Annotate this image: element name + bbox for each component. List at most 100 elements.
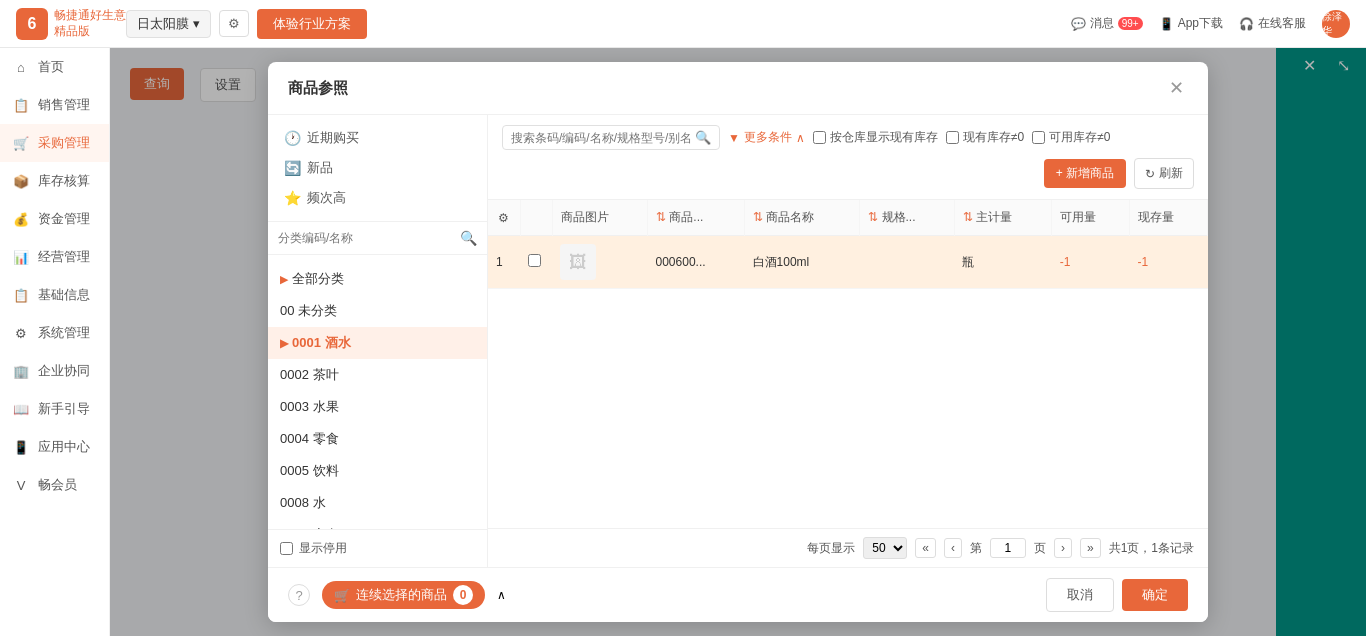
- col-available: 可用量: [1052, 200, 1130, 236]
- cat-item-00[interactable]: 00 未分类: [268, 295, 487, 327]
- prev-page-button[interactable]: ‹: [944, 538, 962, 558]
- available-ne0-checkbox[interactable]: [946, 131, 959, 144]
- settings-button[interactable]: ⚙: [219, 10, 249, 37]
- cat-item-0008[interactable]: 0008 水: [268, 487, 487, 519]
- basic-icon: 📋: [12, 286, 30, 304]
- cat-item-0005[interactable]: 0005 饮料: [268, 455, 487, 487]
- arrow-icon-0001: ▶: [280, 337, 288, 350]
- inventory-icon: 📦: [12, 172, 30, 190]
- cart-area[interactable]: 🛒 连续选择的商品 0: [322, 581, 485, 609]
- sidebar-label-inventory: 库存核算: [38, 172, 90, 190]
- col-code[interactable]: ⇅ 商品...: [648, 200, 745, 236]
- header-right: 💬 消息 99+ 📱 App下载 🎧 在线客服 徐泽华: [1071, 10, 1350, 38]
- cat-item-all[interactable]: ▶ 全部分类: [268, 263, 487, 295]
- sidebar-item-inventory[interactable]: 📦 库存核算: [0, 162, 109, 200]
- sidebar-item-home[interactable]: ⌂ 首页: [0, 48, 109, 86]
- system-icon: ⚙: [12, 324, 30, 342]
- help-button[interactable]: ?: [288, 584, 310, 606]
- quick-item-new[interactable]: 🔄 新品: [276, 153, 479, 183]
- sort-icon-unit: ⇅: [963, 210, 973, 224]
- add-product-button[interactable]: + 新增商品: [1044, 159, 1126, 188]
- quick-item-recent[interactable]: 🕐 近期购买: [276, 123, 479, 153]
- purchase-icon: 🛒: [12, 134, 30, 152]
- row-check[interactable]: [520, 236, 552, 289]
- refresh-label: 刷新: [1159, 165, 1183, 182]
- filter-button[interactable]: ▼ 更多条件 ∧: [728, 129, 805, 146]
- usable-ne0-checkbox-label[interactable]: 可用库存≠0: [1032, 129, 1110, 146]
- top-header: 6 畅捷通好生意 精品版 日太阳膜 ▾ ⚙ 体验行业方案 💬 消息 99+ 📱 …: [0, 0, 1366, 48]
- cart-collapse-icon[interactable]: ∧: [497, 588, 506, 602]
- table-row[interactable]: 1 🖼 000600... 白酒100ml: [488, 236, 1208, 289]
- row-checkbox[interactable]: [528, 254, 541, 267]
- modal-footer: ? 🛒 连续选择的商品 0 ∧ 取消 确定: [268, 567, 1208, 622]
- sidebar-label-system: 系统管理: [38, 324, 90, 342]
- sidebar-item-business[interactable]: 📊 经营管理: [0, 238, 109, 276]
- available-ne0-checkbox-label[interactable]: 现有库存≠0: [946, 129, 1024, 146]
- cat-item-0002[interactable]: 0002 茶叶: [268, 359, 487, 391]
- last-page-button[interactable]: »: [1080, 538, 1101, 558]
- modal-table: ⚙ 商品图片 ⇅ 商品... ⇅: [488, 200, 1208, 528]
- per-page-select[interactable]: 50: [863, 537, 907, 559]
- category-search-input[interactable]: [278, 231, 456, 245]
- col-unit[interactable]: ⇅ 主计量: [954, 200, 1051, 236]
- quick-item-frequent[interactable]: ⭐ 频次高: [276, 183, 479, 213]
- show-disabled-area: 显示停用: [268, 529, 487, 567]
- product-search-box: 🔍: [502, 125, 720, 150]
- warehouse-checkbox[interactable]: [813, 131, 826, 144]
- sidebar-item-member[interactable]: V 畅会员: [0, 466, 109, 504]
- cat-label-0004: 0004 零食: [280, 430, 339, 448]
- product-search-input[interactable]: [511, 131, 691, 145]
- cancel-button[interactable]: 取消: [1046, 578, 1114, 612]
- online-service-item[interactable]: 🎧 在线客服: [1239, 15, 1306, 32]
- messages-item[interactable]: 💬 消息 99+: [1071, 15, 1143, 32]
- page-number-input[interactable]: [990, 538, 1026, 558]
- usable-ne0-checkbox[interactable]: [1032, 131, 1045, 144]
- modal-body: 🕐 近期购买 🔄 新品 ⭐ 频次高: [268, 115, 1208, 567]
- cat-item-0010[interactable]: 0010 家电: [268, 519, 487, 529]
- category-search-icon[interactable]: 🔍: [460, 230, 477, 246]
- product-table: ⚙ 商品图片 ⇅ 商品... ⇅: [488, 200, 1208, 289]
- store-selector[interactable]: 日太阳膜 ▾: [126, 10, 211, 38]
- cart-label: 连续选择的商品: [356, 586, 447, 604]
- show-disabled-label: 显示停用: [299, 540, 347, 557]
- app-download-item[interactable]: 📱 App下载: [1159, 15, 1223, 32]
- header-mid: 日太阳膜 ▾ ⚙ 体验行业方案: [126, 9, 1071, 39]
- sidebar-item-basic[interactable]: 📋 基础信息: [0, 276, 109, 314]
- search-icon[interactable]: 🔍: [695, 130, 711, 145]
- modal-pagination: 每页显示 50 « ‹ 第 页 › » 共1页，1条记录: [488, 528, 1208, 567]
- cat-item-0004[interactable]: 0004 零食: [268, 423, 487, 455]
- sidebar-label-home: 首页: [38, 58, 64, 76]
- refresh-button[interactable]: ↻ 刷新: [1134, 158, 1194, 189]
- total-info: 共1页，1条记录: [1109, 540, 1194, 557]
- col-check: [520, 200, 552, 236]
- sidebar-item-enterprise[interactable]: 🏢 企业协同: [0, 352, 109, 390]
- col-spec[interactable]: ⇅ 规格...: [860, 200, 955, 236]
- first-page-button[interactable]: «: [915, 538, 936, 558]
- sidebar-label-apps: 应用中心: [38, 438, 90, 456]
- messages-badge: 99+: [1118, 17, 1143, 30]
- show-disabled-checkbox[interactable]: [280, 542, 293, 555]
- per-page-label: 每页显示: [807, 540, 855, 557]
- row-name: 白酒100ml: [745, 236, 860, 289]
- enterprise-icon: 🏢: [12, 362, 30, 380]
- trial-button[interactable]: 体验行业方案: [257, 9, 367, 39]
- next-page-button[interactable]: ›: [1054, 538, 1072, 558]
- sidebar-item-guide[interactable]: 📖 新手引导: [0, 390, 109, 428]
- col-gear[interactable]: ⚙: [488, 200, 520, 236]
- confirm-button[interactable]: 确定: [1122, 579, 1188, 611]
- modal-title: 商品参照: [288, 79, 348, 98]
- sidebar-item-system[interactable]: ⚙ 系统管理: [0, 314, 109, 352]
- warehouse-checkbox-label[interactable]: 按仓库显示现有库存: [813, 129, 938, 146]
- modal-close-button[interactable]: ✕: [1164, 76, 1188, 100]
- table-header-row: ⚙ 商品图片 ⇅ 商品... ⇅: [488, 200, 1208, 236]
- sidebar-item-purchase[interactable]: 🛒 采购管理: [0, 124, 109, 162]
- cat-item-0003[interactable]: 0003 水果: [268, 391, 487, 423]
- sidebar-item-finance[interactable]: 💰 资金管理: [0, 200, 109, 238]
- user-area[interactable]: 徐泽华: [1322, 10, 1350, 38]
- cat-item-0001[interactable]: ▶ 0001 酒水: [268, 327, 487, 359]
- sort-icon-name: ⇅: [753, 210, 763, 224]
- modal-header: 商品参照 ✕: [268, 62, 1208, 115]
- col-name[interactable]: ⇅ 商品名称: [745, 200, 860, 236]
- sidebar-item-sales[interactable]: 📋 销售管理: [0, 86, 109, 124]
- sidebar-item-apps[interactable]: 📱 应用中心: [0, 428, 109, 466]
